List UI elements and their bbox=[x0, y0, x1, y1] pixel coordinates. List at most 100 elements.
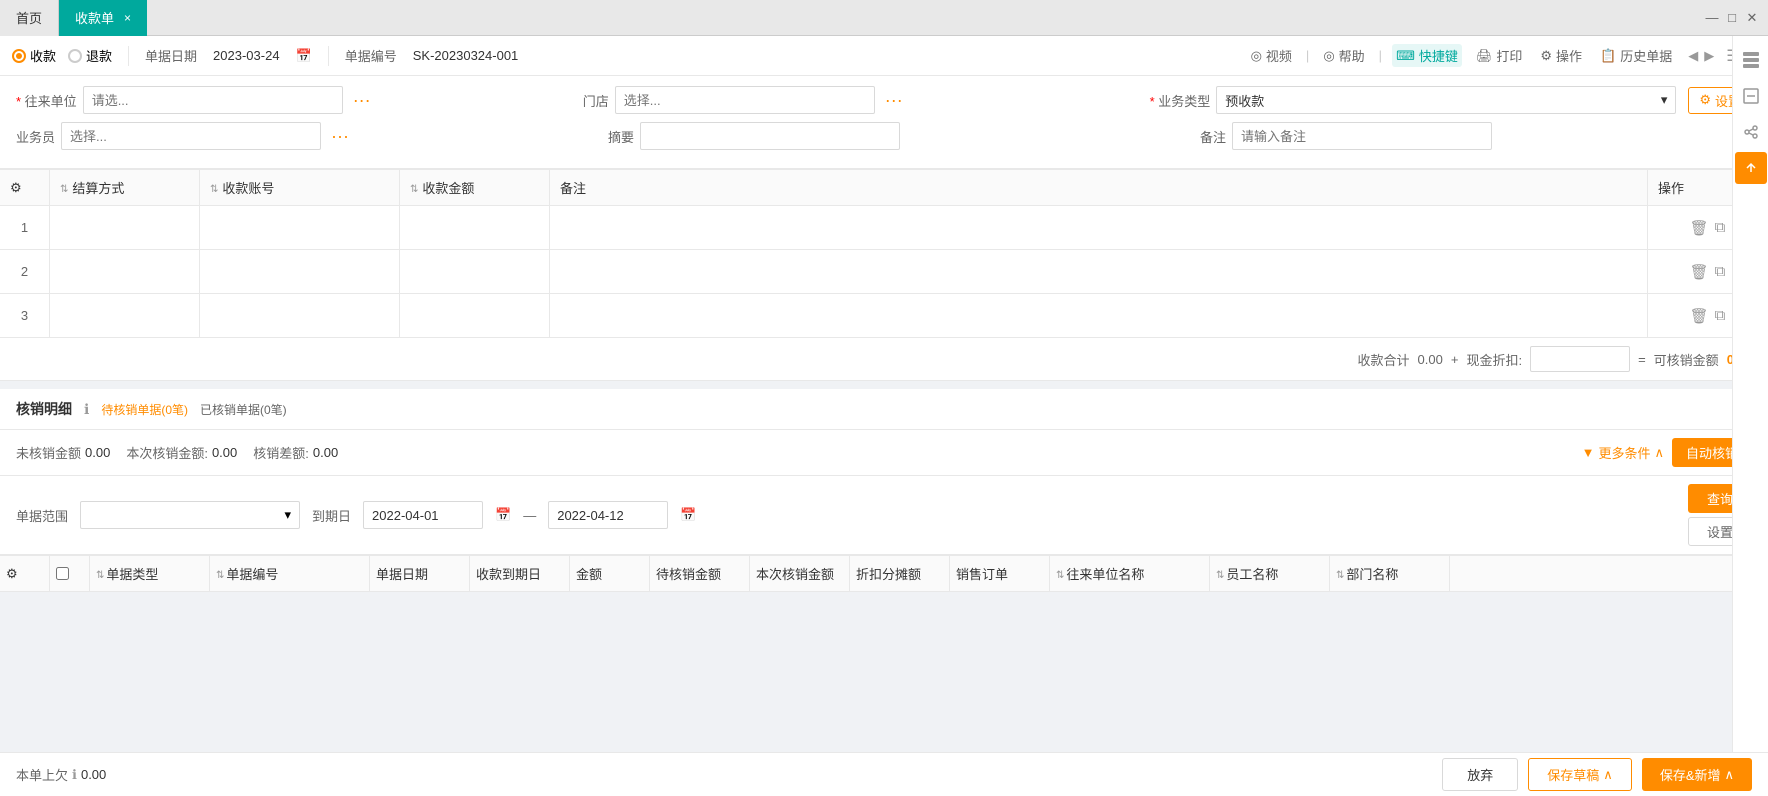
nav-arrows: ◀ ▶ bbox=[1686, 46, 1716, 66]
nav-next-arrow[interactable]: ▶ bbox=[1702, 46, 1716, 66]
staff-more-btn[interactable]: ··· bbox=[327, 127, 353, 145]
radio-receive-label: 收款 bbox=[30, 46, 56, 65]
pending-tab[interactable]: 待核销单据(0笔) bbox=[101, 401, 188, 418]
nav-prev-arrow[interactable]: ◀ bbox=[1686, 46, 1700, 66]
from-unit-input[interactable] bbox=[83, 86, 343, 114]
footer-right-buttons: 放弃 保存草稿 ∧ 保存&新增 ∧ bbox=[1442, 758, 1752, 791]
form-row-2: 业务员 ··· 摘要 备注 bbox=[16, 122, 1752, 150]
td-account-1[interactable] bbox=[200, 206, 400, 249]
settings-icon: ⚙ bbox=[10, 180, 22, 196]
sidebar-icon-1[interactable] bbox=[1735, 44, 1767, 76]
delete-icon-2[interactable]: 🗑 bbox=[1690, 263, 1709, 281]
sidebar-icon-4[interactable] bbox=[1735, 152, 1767, 184]
store-label: 门店 bbox=[583, 91, 609, 110]
staff-input[interactable] bbox=[61, 122, 321, 150]
more-conditions-btn[interactable]: ▼ 更多条件 ∧ bbox=[1582, 443, 1664, 462]
delete-icon-3[interactable]: 🗑 bbox=[1690, 307, 1709, 325]
payment-type-group: 收款 退款 bbox=[12, 46, 112, 65]
td-amount-2[interactable] bbox=[400, 250, 550, 293]
row-num-1: 1 bbox=[0, 206, 50, 249]
td-amount-3[interactable] bbox=[400, 294, 550, 337]
maximize-button[interactable]: □ bbox=[1724, 10, 1740, 26]
radio-receive[interactable]: 收款 bbox=[12, 46, 56, 65]
td-note-1[interactable] bbox=[550, 206, 1648, 249]
date-value: 2023-03-24 bbox=[213, 48, 280, 63]
td-note-2[interactable] bbox=[550, 250, 1648, 293]
td-settlement-3[interactable] bbox=[50, 294, 200, 337]
store-field: 门店 ··· bbox=[583, 86, 1110, 114]
tab-active-label: 收款单 bbox=[75, 8, 114, 27]
abandon-button[interactable]: 放弃 bbox=[1442, 758, 1518, 791]
tab-bar: 首页 收款单 × — □ ✕ bbox=[0, 0, 1768, 36]
td-note-3[interactable] bbox=[550, 294, 1648, 337]
print-button[interactable]: 🖨 打印 bbox=[1472, 44, 1527, 67]
history-button[interactable]: 📋 历史单据 bbox=[1596, 44, 1676, 67]
stats-right: ▼ 更多条件 ∧ 自动核销 bbox=[1582, 438, 1752, 467]
table-row: 2 🗑 ⧉ bbox=[0, 250, 1768, 294]
copy-icon-2[interactable]: ⧉ bbox=[1715, 263, 1726, 280]
operation-button[interactable]: ⚙ 操作 bbox=[1536, 44, 1586, 67]
range-chevron-icon: ▾ bbox=[284, 507, 291, 523]
this-cancel-stat: 本次核销金额: 0.00 bbox=[126, 443, 237, 462]
select-all-checkbox[interactable] bbox=[56, 567, 69, 580]
verify-info-icon[interactable]: ℹ bbox=[84, 401, 89, 418]
start-date-input[interactable] bbox=[363, 501, 483, 529]
range-select[interactable]: ▾ bbox=[80, 501, 300, 529]
stats-row: 未核销金额 0.00 本次核销金额: 0.00 核销差额: 0.00 ▼ 更多条… bbox=[0, 430, 1768, 476]
end-calendar-icon[interactable]: 📅 bbox=[680, 507, 696, 523]
bth-amount: 金额 bbox=[570, 556, 650, 591]
diff-stat: 核销差额: 0.00 bbox=[253, 443, 338, 462]
discount-input[interactable] bbox=[1530, 346, 1630, 372]
from-unit-label: 往来单位 bbox=[16, 91, 77, 110]
td-amount-1[interactable] bbox=[400, 206, 550, 249]
store-input[interactable] bbox=[615, 86, 875, 114]
copy-icon-1[interactable]: ⧉ bbox=[1715, 219, 1726, 236]
start-calendar-icon[interactable]: 📅 bbox=[495, 507, 511, 523]
sidebar-icon-2[interactable] bbox=[1735, 80, 1767, 112]
from-unit-more-btn[interactable]: ··· bbox=[349, 91, 375, 109]
copy-icon-3[interactable]: ⧉ bbox=[1715, 307, 1726, 324]
radio-refund[interactable]: 退款 bbox=[68, 46, 112, 65]
store-more-btn[interactable]: ··· bbox=[881, 91, 907, 109]
tab-active[interactable]: 收款单 × bbox=[59, 0, 147, 36]
note-input[interactable] bbox=[1232, 122, 1492, 150]
video-button[interactable]: ◎ 视频 bbox=[1247, 44, 1296, 67]
td-settlement-2[interactable] bbox=[50, 250, 200, 293]
help-button[interactable]: ◎ 帮助 bbox=[1319, 44, 1368, 67]
settings-gear-icon: ⚙ bbox=[1699, 92, 1711, 108]
td-account-2[interactable] bbox=[200, 250, 400, 293]
bth-settings[interactable]: ⚙ bbox=[0, 556, 50, 591]
calendar-icon[interactable]: 📅 bbox=[296, 48, 312, 64]
minimize-button[interactable]: — bbox=[1704, 10, 1720, 26]
save-new-button[interactable]: 保存&新增 ∧ bbox=[1642, 758, 1752, 791]
tab-close-icon[interactable]: × bbox=[124, 11, 131, 25]
footer-info-icon[interactable]: ℹ bbox=[72, 767, 77, 783]
td-settlement-1[interactable] bbox=[50, 206, 200, 249]
completed-tab[interactable]: 已核销单据(0笔) bbox=[200, 401, 287, 418]
business-type-select[interactable]: 预收款 bbox=[1216, 86, 1676, 114]
business-type-value: 预收款 bbox=[1225, 91, 1264, 110]
bth-dept: 部门名称 bbox=[1330, 556, 1450, 591]
due-date-label: 到期日 bbox=[312, 506, 351, 525]
uncancelled-stat: 未核销金额 0.00 bbox=[16, 443, 110, 462]
sidebar-icon-3[interactable] bbox=[1735, 116, 1767, 148]
sort-icon-dept bbox=[1336, 566, 1344, 581]
bth-checkbox[interactable] bbox=[50, 556, 90, 591]
tab-home[interactable]: 首页 bbox=[0, 0, 59, 36]
summary-label: 摘要 bbox=[608, 127, 634, 146]
end-date-input[interactable] bbox=[548, 501, 668, 529]
shortcut-button[interactable]: ⌨ 快捷键 bbox=[1392, 44, 1462, 67]
close-button[interactable]: ✕ bbox=[1744, 10, 1760, 26]
delete-icon-1[interactable]: 🗑 bbox=[1690, 219, 1709, 237]
sum-row: 收款合计 0.00 + 现金折扣: = 可核销金额 0.00 bbox=[0, 338, 1768, 381]
bottom-table-header: ⚙ 单据类型 单据编号 单据日期 收款到期日 金额 待核销金额 本次核销金额 折… bbox=[0, 555, 1768, 592]
window-controls: — □ ✕ bbox=[1704, 10, 1768, 26]
number-value: SK-20230324-001 bbox=[413, 48, 519, 63]
bth-number: 单据编号 bbox=[210, 556, 370, 591]
summary-input[interactable] bbox=[640, 122, 900, 150]
main-table-header: ⚙ 结算方式 收款账号 收款金额 备注 操作 bbox=[0, 169, 1768, 206]
toolbar-divider-1 bbox=[128, 46, 129, 66]
th-settings[interactable]: ⚙ bbox=[0, 170, 50, 205]
save-draft-button[interactable]: 保存草稿 ∧ bbox=[1528, 758, 1632, 791]
td-account-3[interactable] bbox=[200, 294, 400, 337]
